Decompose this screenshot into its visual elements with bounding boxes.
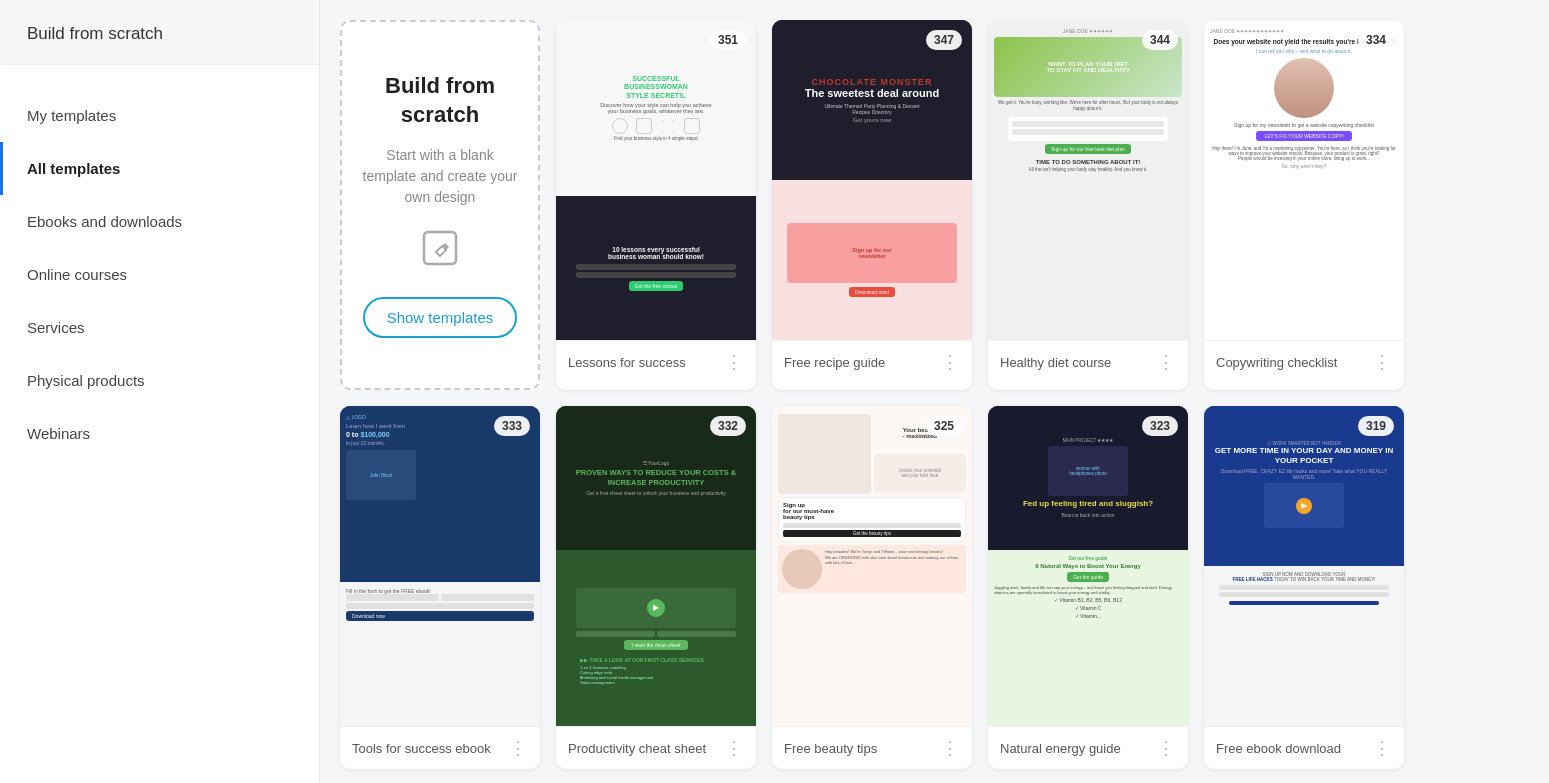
template-badge-344: 344 [1142, 30, 1178, 50]
sidebar-build-label: Build from scratch [27, 24, 163, 43]
template-image-diet: JANE DOE ✦✦✦✦✦✦ WANT TO PLAN YOUR DIETTO… [988, 20, 1188, 340]
sidebar-label-online-courses: Online courses [27, 266, 127, 283]
sidebar-label-physical-products: Physical products [27, 372, 145, 389]
template-card-tools: △ LOGO Learn how I went from 0 to $100,0… [340, 406, 540, 769]
template-name-copy: Copywriting checklist [1216, 355, 1337, 370]
template-name-tools: Tools for success ebook [352, 741, 491, 756]
template-image-tools: △ LOGO Learn how I went from 0 to $100,0… [340, 406, 540, 726]
template-menu-beauty[interactable]: ⋮ [941, 737, 960, 759]
template-menu-diet[interactable]: ⋮ [1157, 351, 1176, 373]
template-badge-333: 333 [494, 416, 530, 436]
template-menu-lessons[interactable]: ⋮ [725, 351, 744, 373]
template-name-recipe: Free recipe guide [784, 355, 885, 370]
sidebar-label-my-templates: My templates [27, 107, 116, 124]
sidebar-label-ebooks: Ebooks and downloads [27, 213, 182, 230]
template-name-diet: Healthy diet course [1000, 355, 1111, 370]
template-card-ebook: ⬡ WORK SMARTER NOT HARDER GET MORE TIME … [1204, 406, 1404, 769]
template-image-copy: JANE DOE ✦✦✦✦✦✦✦✦✦✦✦✦ Does your website … [1204, 20, 1404, 340]
show-templates-button[interactable]: Show templates [363, 297, 518, 338]
sidebar-label-webinars: Webinars [27, 425, 90, 442]
template-badge-347: 347 [926, 30, 962, 50]
sidebar-label-services: Services [27, 319, 85, 336]
sidebar-item-physical-products[interactable]: Physical products [0, 354, 319, 407]
template-card-copywriting: JANE DOE ✦✦✦✦✦✦✦✦✦✦✦✦ Does your website … [1204, 20, 1404, 390]
template-badge-334: 334 [1358, 30, 1394, 50]
template-badge-351: 351 [710, 30, 746, 50]
template-card-beauty: Your beau...- maximized Unlock your pote… [772, 406, 972, 769]
template-badge-325: 325 [926, 416, 962, 436]
sidebar-label-all-templates: All templates [27, 160, 120, 177]
sidebar-item-webinars[interactable]: Webinars [0, 407, 319, 460]
sidebar-item-online-courses[interactable]: Online courses [0, 248, 319, 301]
template-menu-tools[interactable]: ⋮ [509, 737, 528, 759]
template-badge-323: 323 [1142, 416, 1178, 436]
template-card-energy: MAIN PROJECT ★★★★ woman withheadphones p… [988, 406, 1188, 769]
template-card-productivity: ☰ YourLogo PROVEN WAYS TO REDUCE YOUR CO… [556, 406, 756, 769]
build-scratch-subtitle: Start with a blank template and create y… [358, 145, 522, 208]
template-card-healthy-diet: JANE DOE ✦✦✦✦✦✦ WANT TO PLAN YOUR DIETTO… [988, 20, 1188, 390]
template-image-beauty: Your beau...- maximized Unlock your pote… [772, 406, 972, 726]
template-name-energy: Natural energy guide [1000, 741, 1121, 756]
template-image-energy: MAIN PROJECT ★★★★ woman withheadphones p… [988, 406, 1188, 726]
template-image-productivity: ☰ YourLogo PROVEN WAYS TO REDUCE YOUR CO… [556, 406, 756, 726]
template-menu-productivity[interactable]: ⋮ [725, 737, 744, 759]
template-badge-319: 319 [1358, 416, 1394, 436]
template-image-ebook: ⬡ WORK SMARTER NOT HARDER GET MORE TIME … [1204, 406, 1404, 726]
sidebar-item-services[interactable]: Services [0, 301, 319, 354]
edit-pen-icon [416, 224, 464, 281]
template-menu-recipe[interactable]: ⋮ [941, 351, 960, 373]
sidebar: Build from scratch My templates All temp… [0, 0, 320, 783]
template-image-lessons: SUCCESSFULBUSINESSWOMANSTYLE SECRETS. Di… [556, 20, 756, 340]
template-card-lessons-for-success: SUCCESSFULBUSINESSWOMANSTYLE SECRETS. Di… [556, 20, 756, 390]
build-scratch-title: Build from scratch [358, 72, 522, 129]
template-menu-copy[interactable]: ⋮ [1373, 351, 1392, 373]
template-card-free-recipe-guide: CHOCOLATE MONSTER The sweetest deal arou… [772, 20, 972, 390]
template-name-lessons: Lessons for success [568, 355, 686, 370]
main-content: Build from scratch Start with a blank te… [320, 0, 1549, 783]
sidebar-item-my-templates[interactable]: My templates [0, 89, 319, 142]
template-menu-energy[interactable]: ⋮ [1157, 737, 1176, 759]
template-badge-332: 332 [710, 416, 746, 436]
template-name-ebook: Free ebook download [1216, 741, 1341, 756]
sidebar-item-build-from-scratch[interactable]: Build from scratch [0, 0, 319, 65]
sidebar-item-ebooks[interactable]: Ebooks and downloads [0, 195, 319, 248]
template-menu-ebook[interactable]: ⋮ [1373, 737, 1392, 759]
build-from-scratch-card: Build from scratch Start with a blank te… [340, 20, 540, 390]
template-name-productivity: Productivity cheat sheet [568, 741, 706, 756]
template-image-recipe: CHOCOLATE MONSTER The sweetest deal arou… [772, 20, 972, 340]
sidebar-item-all-templates[interactable]: All templates [0, 142, 319, 195]
template-name-beauty: Free beauty tips [784, 741, 877, 756]
